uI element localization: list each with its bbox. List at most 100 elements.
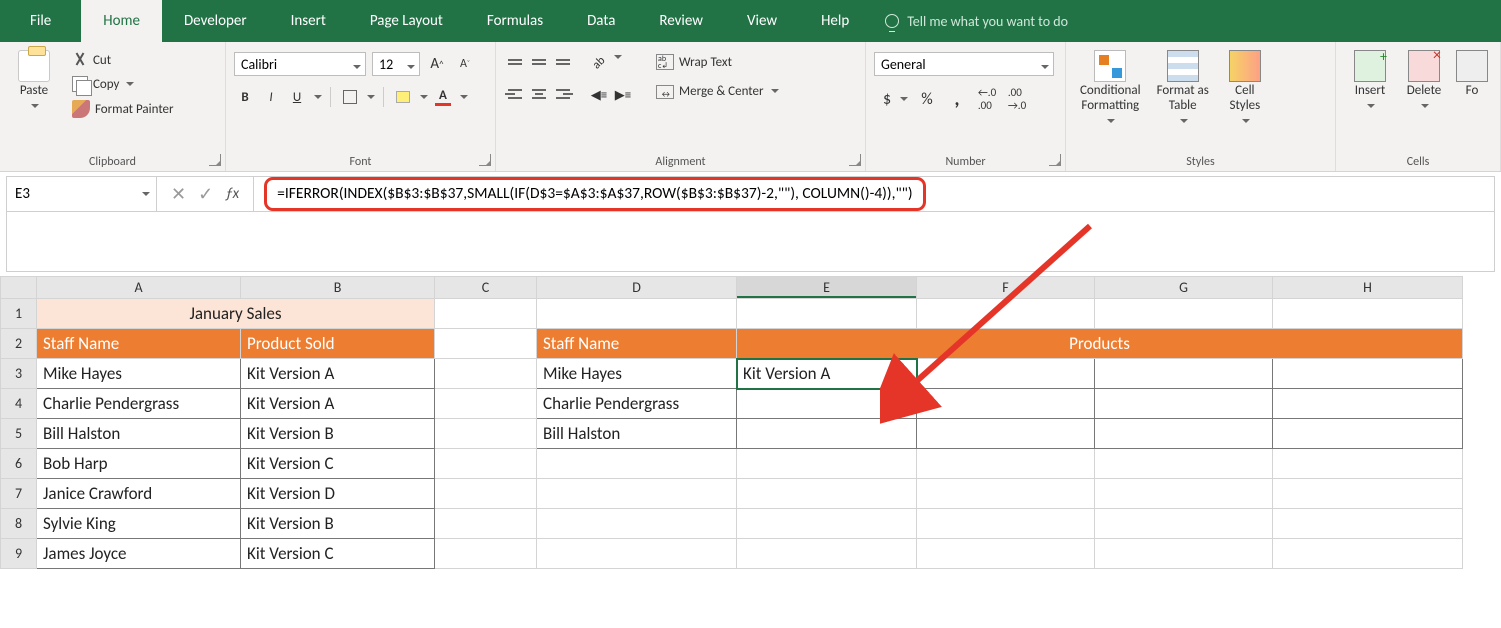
format-cells-button[interactable]: Fo <box>1452 46 1492 103</box>
dialog-launcher-icon[interactable] <box>209 154 221 166</box>
increase-indent-button[interactable]: ▶≡ <box>612 84 634 106</box>
cell[interactable] <box>917 389 1095 419</box>
conditional-formatting-button[interactable]: Conditional Formatting <box>1074 46 1147 131</box>
cell[interactable] <box>917 479 1095 509</box>
cell[interactable]: Kit Version C <box>241 449 435 479</box>
font-size-select[interactable]: 12 <box>372 52 420 76</box>
name-box[interactable]: E3 <box>7 177 157 211</box>
enter-formula-button[interactable]: ✓ <box>198 183 213 205</box>
cell[interactable] <box>917 419 1095 449</box>
cell[interactable] <box>917 449 1095 479</box>
underline-button[interactable]: U <box>286 86 308 108</box>
cell[interactable] <box>1273 479 1463 509</box>
cell[interactable] <box>737 509 917 539</box>
cell[interactable] <box>435 359 537 389</box>
row-header[interactable]: 3 <box>1 359 37 389</box>
tab-formulas[interactable]: Formulas <box>465 0 565 42</box>
cell[interactable] <box>435 329 537 359</box>
cell[interactable] <box>537 449 737 479</box>
increase-font-button[interactable]: A^ <box>426 53 448 75</box>
cell[interactable] <box>537 479 737 509</box>
cell[interactable] <box>435 449 537 479</box>
cell[interactable]: Janice Crawford <box>37 479 241 509</box>
tab-page-layout[interactable]: Page Layout <box>348 0 465 42</box>
cell[interactable]: Kit Version A <box>241 359 435 389</box>
cut-button[interactable]: Cut <box>68 50 178 70</box>
cell[interactable] <box>435 419 537 449</box>
col-header[interactable]: B <box>241 277 435 299</box>
cell[interactable] <box>917 359 1095 389</box>
cell[interactable] <box>435 389 537 419</box>
cell[interactable]: James Joyce <box>37 539 241 569</box>
col-header[interactable]: A <box>37 277 241 299</box>
cell[interactable]: Staff Name <box>537 329 737 359</box>
orientation-button[interactable]: ab <box>588 52 610 74</box>
tell-me-search[interactable]: Tell me what you want to do <box>871 0 1082 42</box>
tab-file[interactable]: File <box>0 0 81 42</box>
col-header[interactable]: H <box>1273 277 1463 299</box>
decrease-indent-button[interactable]: ◀≡ <box>588 84 610 106</box>
dialog-launcher-icon[interactable] <box>1049 154 1061 166</box>
comma-format-button[interactable]: , <box>946 88 968 110</box>
cell[interactable] <box>1273 359 1463 389</box>
row-header[interactable]: 9 <box>1 539 37 569</box>
cell[interactable]: Kit Version A <box>241 389 435 419</box>
wrap-text-button[interactable]: abc↲ Wrap Text <box>652 52 783 72</box>
cell[interactable]: Mike Hayes <box>537 359 737 389</box>
merge-center-button[interactable]: ↔ Merge & Center <box>652 82 783 101</box>
cell[interactable] <box>737 539 917 569</box>
cell[interactable] <box>1095 479 1273 509</box>
cell[interactable] <box>1273 389 1463 419</box>
cell[interactable] <box>1273 539 1463 569</box>
font-name-select[interactable]: Calibri <box>234 52 366 76</box>
dialog-launcher-icon[interactable] <box>479 154 491 166</box>
cell[interactable]: Kit Version B <box>241 419 435 449</box>
paste-button[interactable]: Paste <box>8 46 60 116</box>
col-header[interactable]: G <box>1095 277 1273 299</box>
align-center-button[interactable] <box>528 84 550 104</box>
tab-developer[interactable]: Developer <box>162 0 269 42</box>
cell[interactable]: Sylvie King <box>37 509 241 539</box>
cell[interactable] <box>435 299 537 329</box>
cell[interactable]: Charlie Pendergrass <box>37 389 241 419</box>
cell[interactable] <box>435 539 537 569</box>
tab-home[interactable]: Home <box>81 0 162 42</box>
cell[interactable] <box>737 389 917 419</box>
cell[interactable]: Kit Version B <box>241 509 435 539</box>
cell[interactable] <box>917 539 1095 569</box>
cell[interactable] <box>1273 419 1463 449</box>
align-middle-button[interactable] <box>528 52 550 72</box>
cell[interactable] <box>737 449 917 479</box>
align-top-button[interactable] <box>504 52 526 72</box>
copy-button[interactable]: Copy <box>68 74 178 94</box>
increase-decimal-button[interactable]: ←.0.00 <box>976 88 998 110</box>
fill-color-button[interactable] <box>392 86 414 108</box>
cell[interactable] <box>1273 509 1463 539</box>
tab-review[interactable]: Review <box>637 0 725 42</box>
cell[interactable] <box>737 419 917 449</box>
row-header[interactable]: 1 <box>1 299 37 329</box>
cell[interactable] <box>1095 389 1273 419</box>
cell[interactable] <box>1095 299 1273 329</box>
cell[interactable]: Bill Halston <box>37 419 241 449</box>
insert-function-button[interactable]: ƒx <box>225 185 239 203</box>
tab-insert[interactable]: Insert <box>269 0 348 42</box>
format-as-table-button[interactable]: Format as Table <box>1151 46 1215 131</box>
cell[interactable] <box>435 479 537 509</box>
delete-cells-button[interactable]: × Delete <box>1398 46 1450 116</box>
align-bottom-button[interactable] <box>552 52 574 72</box>
cancel-formula-button[interactable]: ✕ <box>171 183 186 205</box>
cell[interactable] <box>435 509 537 539</box>
align-right-button[interactable] <box>552 84 574 104</box>
cell[interactable] <box>537 509 737 539</box>
decrease-decimal-button[interactable]: .00→.0 <box>1006 88 1028 110</box>
cell[interactable] <box>1273 449 1463 479</box>
select-all-corner[interactable] <box>1 277 37 299</box>
cell[interactable]: Staff Name <box>37 329 241 359</box>
align-left-button[interactable] <box>504 84 526 104</box>
cell[interactable]: Product Sold <box>241 329 435 359</box>
bold-button[interactable]: B <box>234 86 256 108</box>
insert-cells-button[interactable]: + Insert <box>1344 46 1396 116</box>
cell[interactable]: Mike Hayes <box>37 359 241 389</box>
col-header[interactable]: C <box>435 277 537 299</box>
